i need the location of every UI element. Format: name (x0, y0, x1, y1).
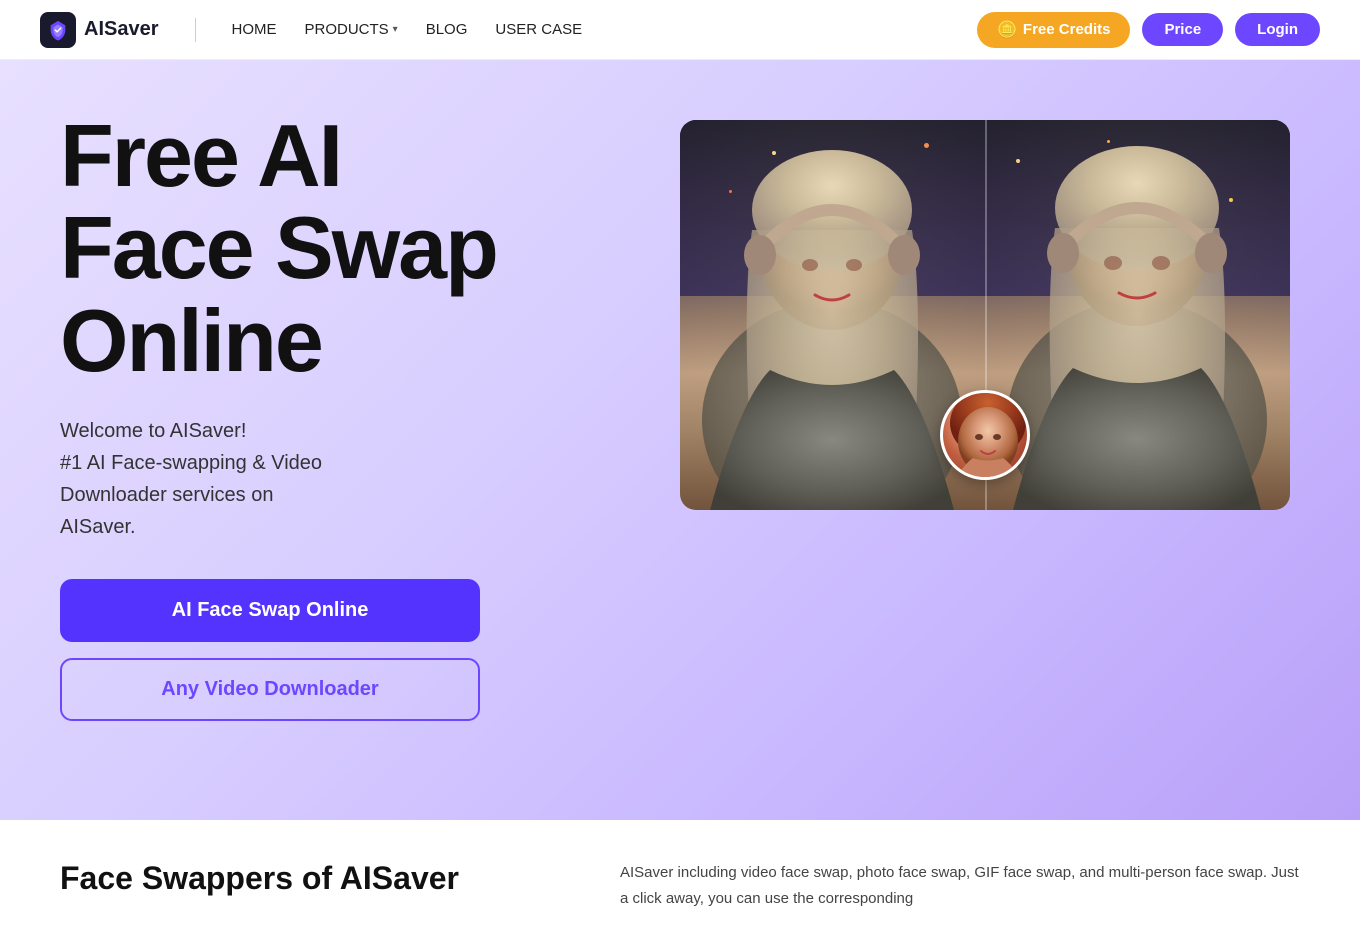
bottom-right: AISaver including video face swap, photo… (620, 860, 1300, 911)
nav-left: AISaver HOME PRODUCTS ▾ BLOG USER CASE (40, 12, 582, 48)
video-downloader-cta-button[interactable]: Any Video Downloader (60, 658, 480, 721)
face-swap-cta-button[interactable]: AI Face Swap Online (60, 579, 480, 642)
navbar: AISaver HOME PRODUCTS ▾ BLOG USER CASE 🪙… (0, 0, 1360, 60)
bottom-title: Face Swappers of AISaver (60, 860, 560, 897)
hero-subtitle: Welcome to AISaver! #1 AI Face-swapping … (60, 415, 620, 543)
hero-title: Free AI Face Swap Online (60, 110, 620, 387)
nav-right: 🪙 Free Credits Price Login (977, 12, 1320, 48)
coins-icon: 🪙 (997, 20, 1017, 40)
price-button[interactable]: Price (1142, 13, 1223, 46)
hero-buttons: AI Face Swap Online Any Video Downloader (60, 579, 480, 721)
nav-divider (195, 18, 196, 42)
avatar-overlay (940, 390, 1030, 480)
nav-home[interactable]: HOME (232, 21, 277, 38)
logo-icon (40, 12, 76, 48)
login-button[interactable]: Login (1235, 13, 1320, 46)
hero-image-area (680, 100, 1300, 510)
logo-area: AISaver (40, 12, 159, 48)
nav-blog[interactable]: BLOG (426, 21, 468, 38)
bottom-left: Face Swappers of AISaver (60, 860, 560, 897)
hero-photo (680, 120, 1290, 510)
nav-products[interactable]: PRODUCTS ▾ (305, 21, 398, 38)
left-person-svg (680, 120, 985, 510)
logo-text: AISaver (84, 18, 159, 41)
bottom-section: Face Swappers of AISaver AISaver includi… (0, 820, 1360, 951)
right-person-svg (985, 120, 1290, 510)
hero-text-area: Free AI Face Swap Online Welcome to AISa… (60, 100, 620, 721)
hero-section: Free AI Face Swap Online Welcome to AISa… (0, 60, 1360, 820)
products-chevron-icon: ▾ (393, 24, 398, 35)
nav-user-case[interactable]: USER CASE (495, 21, 582, 38)
bottom-description: AISaver including video face swap, photo… (620, 860, 1300, 911)
nav-links: HOME PRODUCTS ▾ BLOG USER CASE (232, 21, 583, 38)
hero-content: Free AI Face Swap Online Welcome to AISa… (0, 60, 1360, 820)
free-credits-button[interactable]: 🪙 Free Credits (977, 12, 1130, 48)
